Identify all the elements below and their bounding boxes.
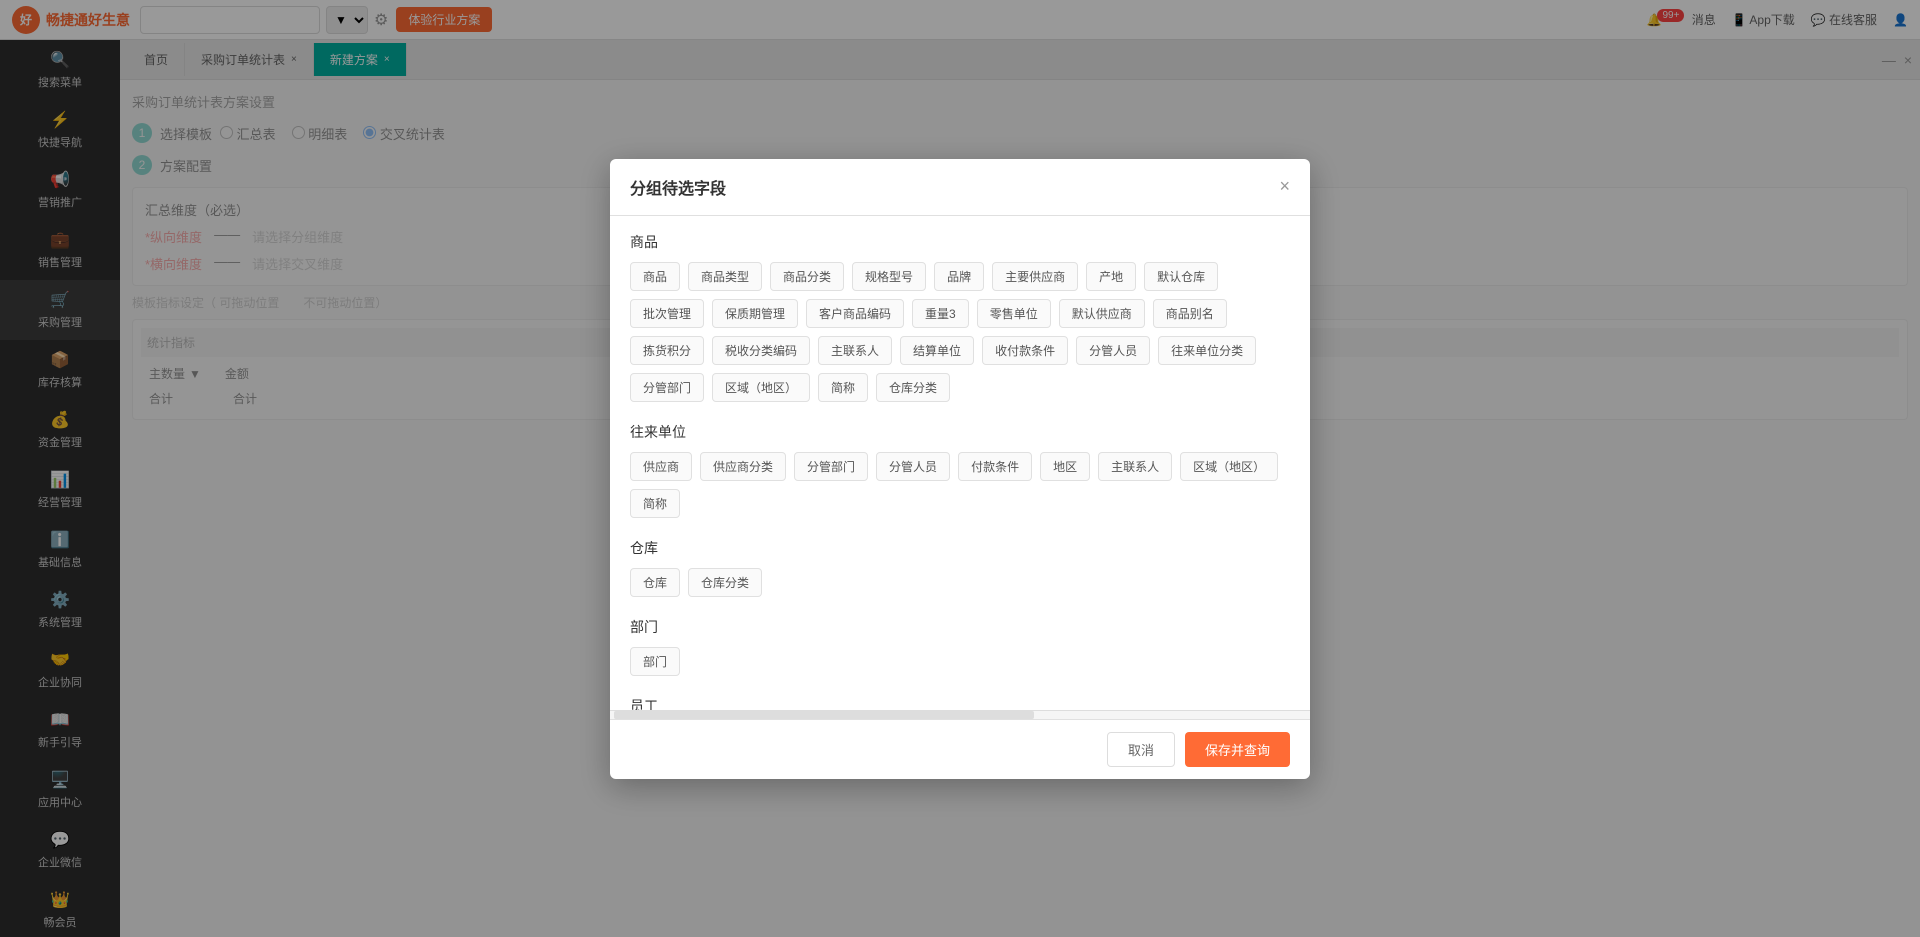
- dialog-header: 分组待选字段 ×: [610, 159, 1310, 216]
- field-tag[interactable]: 客户商品编码: [806, 299, 904, 328]
- field-tag[interactable]: 拣货积分: [630, 336, 704, 365]
- field-tag[interactable]: 规格型号: [852, 262, 926, 291]
- field-tag[interactable]: 商品: [630, 262, 680, 291]
- field-tag[interactable]: 区域（地区）: [712, 373, 810, 402]
- field-tag[interactable]: 付款条件: [958, 452, 1032, 481]
- section-department-tags: 部门: [630, 647, 1290, 676]
- section-product: 商品 商品 商品类型 商品分类 规格型号 品牌 主要供应商 产地 默认仓库 批次…: [630, 232, 1290, 402]
- field-tag[interactable]: 分管部门: [630, 373, 704, 402]
- field-tag[interactable]: 收付款条件: [982, 336, 1068, 365]
- section-warehouse-tags: 仓库 仓库分类: [630, 568, 1290, 597]
- field-tag[interactable]: 往来单位分类: [1158, 336, 1256, 365]
- section-warehouse: 仓库 仓库 仓库分类: [630, 538, 1290, 597]
- field-tag[interactable]: 供应商: [630, 452, 692, 481]
- dialog-footer: 取消 保存并查询: [610, 719, 1310, 779]
- dialog-body: 商品 商品 商品类型 商品分类 规格型号 品牌 主要供应商 产地 默认仓库 批次…: [610, 216, 1310, 710]
- field-tag[interactable]: 主要供应商: [992, 262, 1078, 291]
- field-tag[interactable]: 商品分类: [770, 262, 844, 291]
- confirm-button[interactable]: 保存并查询: [1185, 732, 1290, 767]
- field-tag[interactable]: 区域（地区）: [1180, 452, 1278, 481]
- section-counterpart-tags: 供应商 供应商分类 分管部门 分管人员 付款条件 地区 主联系人 区域（地区） …: [630, 452, 1290, 518]
- section-department-title: 部门: [630, 617, 1290, 637]
- field-tag[interactable]: 分管部门: [794, 452, 868, 481]
- dialog-close-btn[interactable]: ×: [1279, 176, 1290, 197]
- field-tag[interactable]: 商品别名: [1153, 299, 1227, 328]
- horizontal-scrollbar[interactable]: [610, 710, 1310, 719]
- field-tag[interactable]: 仓库: [630, 568, 680, 597]
- field-tag[interactable]: 分管人员: [1076, 336, 1150, 365]
- field-tag[interactable]: 仓库分类: [688, 568, 762, 597]
- section-employee: 员工 业务员: [630, 696, 1290, 710]
- dialog-title: 分组待选字段: [630, 175, 726, 199]
- field-tag[interactable]: 品牌: [934, 262, 984, 291]
- field-tag[interactable]: 结算单位: [900, 336, 974, 365]
- cancel-button[interactable]: 取消: [1107, 732, 1175, 767]
- section-counterpart: 往来单位 供应商 供应商分类 分管部门 分管人员 付款条件 地区 主联系人 区域…: [630, 422, 1290, 518]
- field-tag[interactable]: 默认供应商: [1059, 299, 1145, 328]
- field-tag[interactable]: 保质期管理: [712, 299, 798, 328]
- section-counterpart-title: 往来单位: [630, 422, 1290, 442]
- field-tag[interactable]: 分管人员: [876, 452, 950, 481]
- section-warehouse-title: 仓库: [630, 538, 1290, 558]
- field-tag[interactable]: 部门: [630, 647, 680, 676]
- app-container: 好 畅捷通好生意 ▼ ⚙ 体验行业方案 🔔99+ 消息 📱 App下载: [0, 0, 1920, 937]
- section-employee-title: 员工: [630, 696, 1290, 710]
- field-tag[interactable]: 主联系人: [1098, 452, 1172, 481]
- field-tag[interactable]: 地区: [1040, 452, 1090, 481]
- field-tag[interactable]: 主联系人: [818, 336, 892, 365]
- section-product-title: 商品: [630, 232, 1290, 252]
- field-tag[interactable]: 批次管理: [630, 299, 704, 328]
- field-tag[interactable]: 产地: [1086, 262, 1136, 291]
- field-tag[interactable]: 供应商分类: [700, 452, 786, 481]
- field-tag[interactable]: 简称: [818, 373, 868, 402]
- dialog-overlay: 分组待选字段 × 商品 商品 商品类型 商品分类 规格型号 品牌 主要供应商 产…: [0, 0, 1920, 937]
- field-tag[interactable]: 重量3: [912, 299, 969, 328]
- field-tag[interactable]: 零售单位: [977, 299, 1051, 328]
- field-tag[interactable]: 简称: [630, 489, 680, 518]
- field-tag[interactable]: 默认仓库: [1144, 262, 1218, 291]
- field-tag[interactable]: 仓库分类: [876, 373, 950, 402]
- field-tag[interactable]: 税收分类编码: [712, 336, 810, 365]
- field-select-dialog: 分组待选字段 × 商品 商品 商品类型 商品分类 规格型号 品牌 主要供应商 产…: [610, 159, 1310, 779]
- field-tag[interactable]: 商品类型: [688, 262, 762, 291]
- section-product-tags: 商品 商品类型 商品分类 规格型号 品牌 主要供应商 产地 默认仓库 批次管理 …: [630, 262, 1290, 402]
- section-department: 部门 部门: [630, 617, 1290, 676]
